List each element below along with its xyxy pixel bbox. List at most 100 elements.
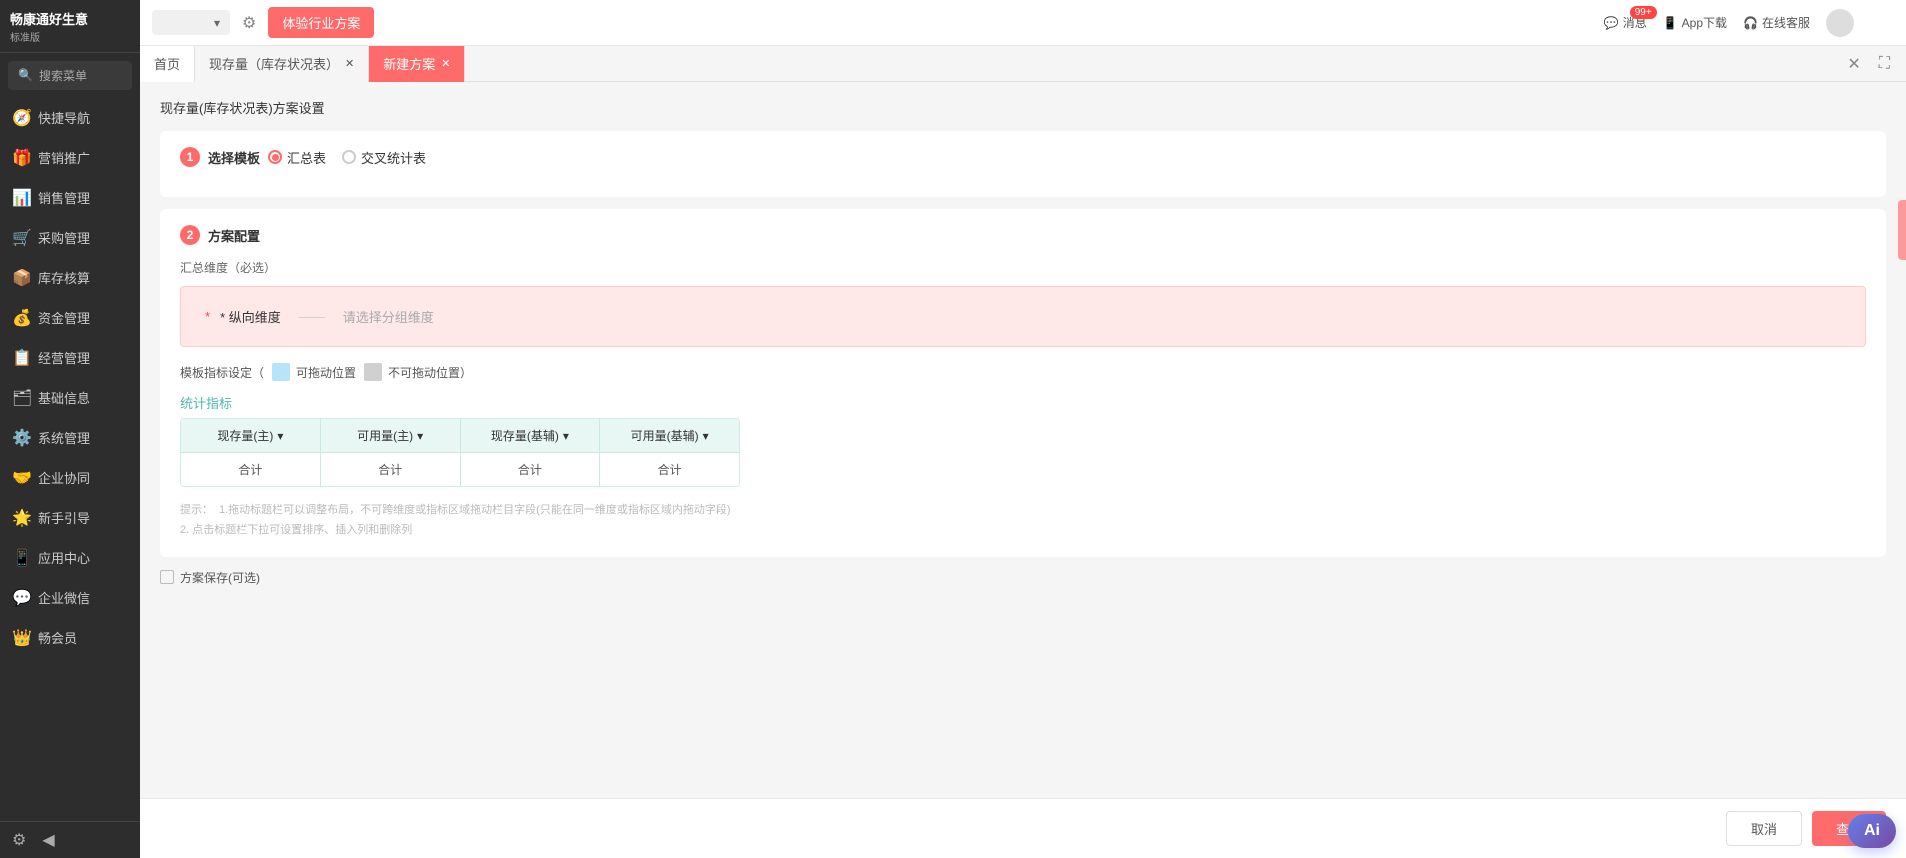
- main-content: 现存量(库存状况表)方案设置 1 选择模板 汇总表 交叉统计表: [140, 82, 1906, 798]
- operations-icon: 📋: [12, 348, 30, 368]
- sidebar-item-purchase[interactable]: 🛒 采购管理: [0, 218, 140, 258]
- sidebar-item-sales[interactable]: 📊 销售管理: [0, 178, 140, 218]
- cooperation-icon: 🤝: [12, 468, 30, 488]
- cancel-button[interactable]: 取消: [1726, 811, 1802, 846]
- industry-plan-button[interactable]: 体验行业方案: [268, 7, 374, 38]
- sidebar-item-system[interactable]: ⚙️ 系统管理: [0, 418, 140, 458]
- gear-button[interactable]: ⚙: [238, 9, 260, 37]
- sidebar-item-operations[interactable]: 📋 经营管理: [0, 338, 140, 378]
- topbar-right: 💬 消息 99+ 📱 App下载 🎧 在线客服: [1604, 9, 1894, 37]
- required-star: *: [205, 309, 210, 324]
- tips-title: 提示：: [180, 501, 213, 521]
- sidebar-search-label: 搜索菜单: [39, 67, 87, 84]
- dimension-select-area[interactable]: * * 纵向维度 —— 请选择分组维度: [180, 286, 1866, 347]
- radio-summary-dot: [268, 150, 282, 164]
- phone-icon: 📱: [1663, 16, 1678, 30]
- workspace-name: [162, 14, 210, 31]
- online-service-label: 在线客服: [1762, 14, 1810, 31]
- col-current-main[interactable]: 现存量(主) ▾ 合计: [181, 419, 321, 486]
- non-draggable-label: 不可拖动位置）: [388, 364, 472, 381]
- col-available-aux[interactable]: 可用量(基辅) ▾ 合计: [600, 419, 739, 486]
- step2-section: 2 方案配置 汇总维度（必选） * * 纵向维度 —— 请选择分组维度 模板指标…: [160, 209, 1886, 557]
- app-download-label: App下载: [1682, 14, 1727, 31]
- expand-window-button[interactable]: ⛶: [1873, 53, 1896, 75]
- topbar: ▾ ⚙ 体验行业方案 💬 消息 99+ 📱 App下载 🎧 在线客服: [140, 0, 1906, 46]
- sidebar-item-finance[interactable]: 💰 资金管理: [0, 298, 140, 338]
- avatar: [1826, 9, 1854, 37]
- col-available-main[interactable]: 可用量(主) ▾ 合计: [321, 419, 461, 486]
- col-current-main-chevron: ▾: [277, 429, 283, 443]
- sidebar-label-quick-nav: 快捷导航: [38, 108, 90, 127]
- save-plan-label: 方案保存(可选): [180, 569, 260, 586]
- col-current-main-label: 现存量(主): [217, 427, 273, 444]
- draggable-toggle-box: [272, 363, 290, 381]
- sidebar-label-purchase: 采购管理: [38, 228, 90, 247]
- stats-section-label: 统计指标: [180, 393, 1866, 412]
- settings-icon[interactable]: ⚙: [12, 830, 26, 850]
- sidebar-label-sales: 销售管理: [38, 188, 90, 207]
- col-current-aux-chevron: ▾: [563, 429, 569, 443]
- tab-new-plan[interactable]: 新建方案 ✕: [369, 46, 465, 82]
- finance-icon: 💰: [12, 308, 30, 328]
- user-name: [1858, 14, 1894, 31]
- col-current-aux[interactable]: 现存量(基辅) ▾ 合计: [461, 419, 601, 486]
- ai-badge[interactable]: Ai: [1848, 814, 1896, 848]
- message-icon: 💬: [1604, 16, 1619, 30]
- step1-badge: 1: [180, 147, 200, 167]
- close-window-button[interactable]: ✕: [1841, 52, 1866, 76]
- sidebar-label-base-info: 基础信息: [38, 388, 90, 407]
- sidebar-item-app-center[interactable]: 📱 应用中心: [0, 538, 140, 578]
- sidebar-label-cooperation: 企业协同: [38, 468, 90, 487]
- new-plan-tab-close[interactable]: ✕: [441, 57, 450, 70]
- wechat-icon: 💬: [12, 588, 30, 608]
- inventory-status-tab-label: 现存量（库存状况表）: [209, 54, 339, 73]
- sidebar-item-cooperation[interactable]: 🤝 企业协同: [0, 458, 140, 498]
- draggable-toggle: 可拖动位置: [272, 363, 356, 381]
- save-plan-checkbox[interactable]: [160, 570, 174, 584]
- sidebar-item-membership[interactable]: 👑 畅会员: [0, 618, 140, 658]
- stats-table: 现存量(主) ▾ 合计 可用量(主) ▾ 合计: [180, 418, 740, 487]
- membership-icon: 👑: [12, 628, 30, 648]
- save-plan-area: 方案保存(可选): [160, 569, 1886, 586]
- sidebar-label-app-center: 应用中心: [38, 548, 90, 567]
- sidebar-nav: 🧭 快捷导航 🎁 营销推广 📊 销售管理 🛒 采购管理 📦 库存核算 💰 资金管…: [0, 98, 140, 821]
- step2-title: 方案配置: [208, 226, 260, 245]
- dim-separator: ——: [299, 309, 325, 324]
- col-available-main-body: 合计: [321, 453, 460, 486]
- tab-home[interactable]: 首页: [140, 46, 195, 82]
- tab-inventory-status[interactable]: 现存量（库存状况表） ✕: [195, 46, 369, 82]
- step2-header: 2 方案配置: [180, 225, 1866, 245]
- sidebar-item-inventory[interactable]: 📦 库存核算: [0, 258, 140, 298]
- chevron-down-icon: ▾: [214, 16, 220, 30]
- col-available-aux-chevron: ▾: [703, 429, 709, 443]
- collapse-icon[interactable]: ◀: [42, 830, 54, 850]
- col-current-main-body: 合计: [181, 453, 320, 486]
- step1-title: 选择模板: [208, 148, 260, 167]
- window-controls: ✕ ⛶: [1841, 52, 1906, 76]
- app-download-item[interactable]: 📱 App下载: [1663, 14, 1727, 31]
- headset-icon: 🎧: [1743, 16, 1758, 30]
- radio-cross-label: 交叉统计表: [361, 148, 426, 167]
- user-avatar-item[interactable]: [1826, 9, 1894, 37]
- sidebar-item-wechat[interactable]: 💬 企业微信: [0, 578, 140, 618]
- app-center-icon: 📱: [12, 548, 30, 568]
- sidebar-item-newbie[interactable]: 🌟 新手引导: [0, 498, 140, 538]
- workspace-dropdown[interactable]: ▾: [152, 10, 230, 35]
- newbie-icon: 🌟: [12, 508, 30, 528]
- sidebar: 畅康通好生意 标准版 🔍 搜索菜单 🧭 快捷导航 🎁 营销推广 📊 销售管理 🛒…: [0, 0, 140, 858]
- radio-summary[interactable]: 汇总表: [268, 148, 326, 167]
- inventory-status-tab-close[interactable]: ✕: [345, 57, 354, 70]
- sidebar-item-quick-nav[interactable]: 🧭 快捷导航: [0, 98, 140, 138]
- online-service-item[interactable]: 🎧 在线客服: [1743, 14, 1810, 31]
- sidebar-item-base-info[interactable]: 🗂 基础信息: [0, 378, 140, 418]
- sidebar-item-marketing[interactable]: 🎁 营销推广: [0, 138, 140, 178]
- sidebar-label-operations: 经营管理: [38, 348, 90, 367]
- sidebar-label-marketing: 营销推广: [38, 148, 90, 167]
- sidebar-label-system: 系统管理: [38, 428, 90, 447]
- tip-line-2: 2. 点击标题栏下拉可设置排序、插入列和删除列: [180, 521, 1866, 541]
- resize-handle[interactable]: [1898, 200, 1906, 260]
- sidebar-search[interactable]: 🔍 搜索菜单: [8, 61, 132, 90]
- message-item[interactable]: 💬 消息 99+: [1604, 14, 1647, 31]
- col-available-aux-body: 合计: [600, 453, 739, 486]
- radio-cross[interactable]: 交叉统计表: [342, 148, 426, 167]
